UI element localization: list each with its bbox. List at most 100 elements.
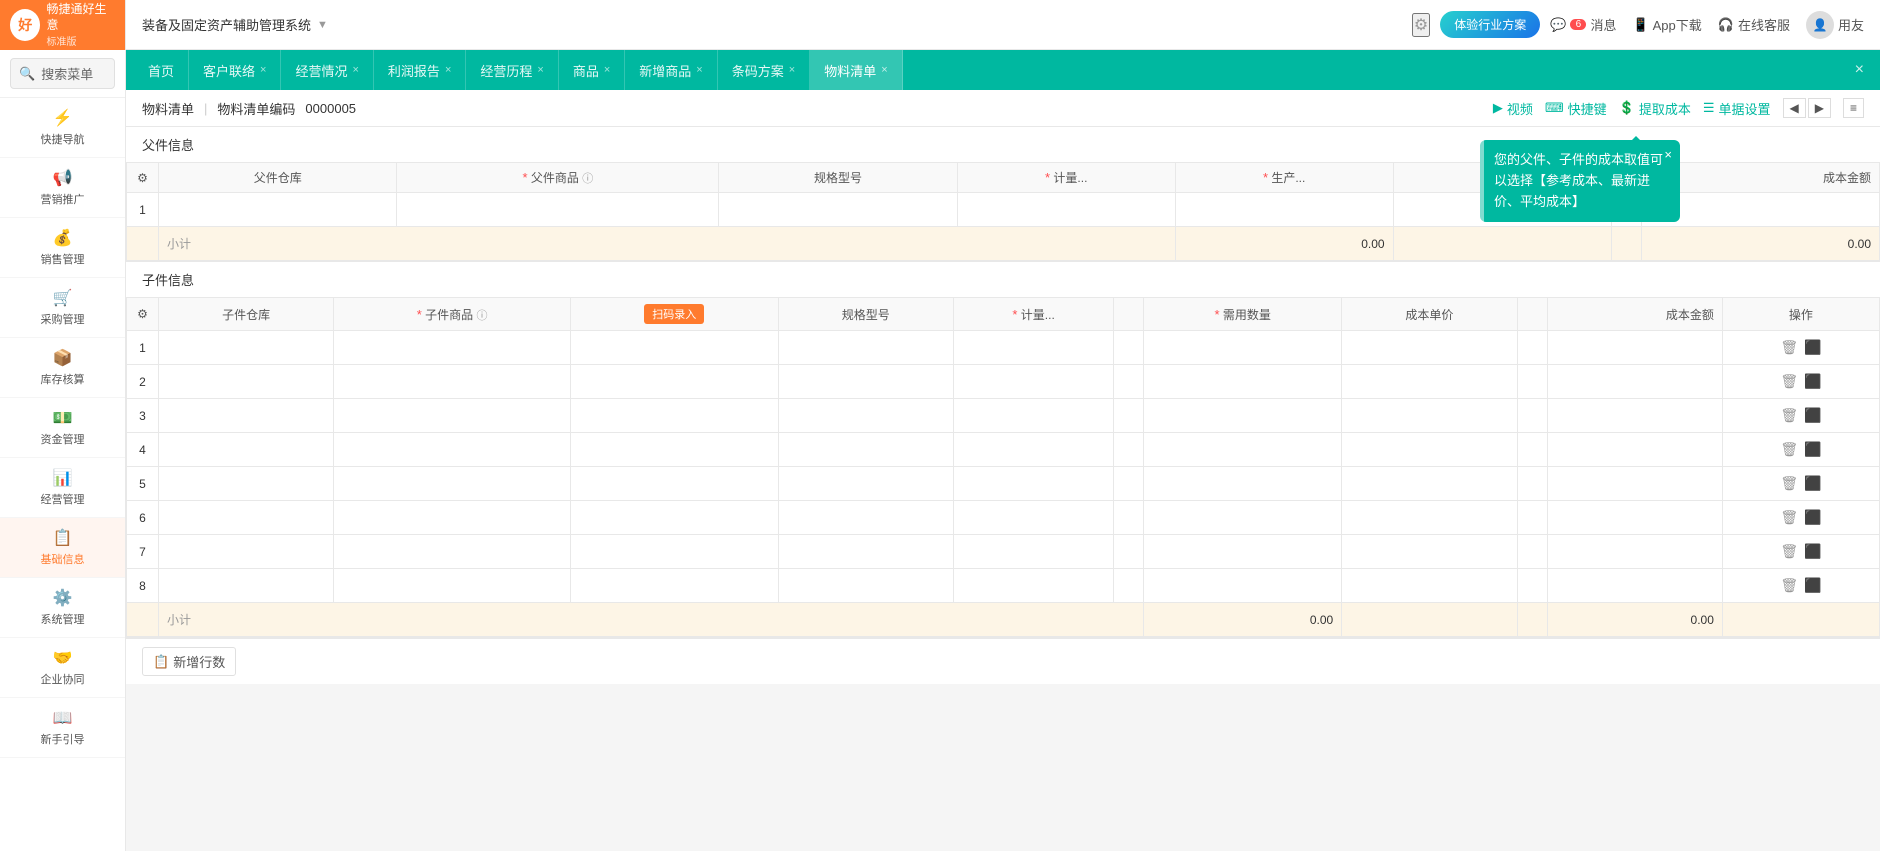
tab-bom[interactable]: 物料清单 ×: [810, 50, 902, 90]
child-measure-2[interactable]: [953, 365, 1113, 399]
child-goods-3[interactable]: [334, 399, 571, 433]
child-qty-4[interactable]: [1144, 433, 1342, 467]
child-col-scan[interactable]: 扫码录入: [570, 298, 778, 331]
child-unit-cost-4[interactable]: [1342, 433, 1517, 467]
child-goods-1[interactable]: [334, 331, 571, 365]
copy-icon-3[interactable]: ⬛: [1804, 407, 1821, 424]
child-spec-7[interactable]: [778, 535, 953, 569]
sidebar-item-sales[interactable]: 💰 销售管理: [0, 218, 125, 278]
tab-history[interactable]: 经营历程 ×: [466, 50, 558, 90]
delete-icon-1[interactable]: 🗑: [1780, 339, 1798, 356]
sidebar-item-inventory[interactable]: 📦 库存核算: [0, 338, 125, 398]
child-spec-1[interactable]: [778, 331, 953, 365]
child-measure-8[interactable]: [953, 569, 1113, 603]
child-spec-8[interactable]: [778, 569, 953, 603]
sidebar-item-quick-nav[interactable]: ⚡ 快捷导航: [0, 98, 125, 158]
delete-icon-5[interactable]: 🗑: [1780, 475, 1798, 492]
tab-customer[interactable]: 客户联络 ×: [189, 50, 281, 90]
sidebar-item-operations[interactable]: 📊 经营管理: [0, 458, 125, 518]
child-qty-3[interactable]: [1144, 399, 1342, 433]
online-service-button[interactable]: 🎧 在线客服: [1718, 15, 1790, 34]
child-measure-7[interactable]: [953, 535, 1113, 569]
child-unit-cost-3[interactable]: [1342, 399, 1517, 433]
child-warehouse-8[interactable]: [159, 569, 334, 603]
delete-icon-6[interactable]: 🗑: [1780, 509, 1798, 526]
add-rows-button[interactable]: 📋 新增行数: [142, 647, 236, 676]
child-measure-6[interactable]: [953, 501, 1113, 535]
child-col-settings[interactable]: ⚙: [127, 298, 159, 331]
tab-history-close[interactable]: ×: [537, 64, 543, 76]
delete-icon-2[interactable]: 🗑: [1780, 373, 1798, 390]
tab-customer-close[interactable]: ×: [260, 64, 266, 76]
parent-goods-1[interactable]: [397, 193, 719, 227]
child-measure-3[interactable]: [953, 399, 1113, 433]
sidebar-item-guide[interactable]: 📖 新手引导: [0, 698, 125, 758]
child-qty-5[interactable]: [1144, 467, 1342, 501]
delete-icon-7[interactable]: 🗑: [1780, 543, 1798, 560]
sidebar-item-finance[interactable]: 💵 资金管理: [0, 398, 125, 458]
nav-next-button[interactable]: ▶: [1808, 98, 1831, 118]
parent-col-settings[interactable]: ⚙: [127, 163, 159, 193]
tab-new-goods[interactable]: 新增商品 ×: [625, 50, 717, 90]
child-spec-6[interactable]: [778, 501, 953, 535]
sidebar-item-purchase[interactable]: 🛒 采购管理: [0, 278, 125, 338]
parent-spec-1[interactable]: [719, 193, 957, 227]
tab-barcode-close[interactable]: ×: [789, 64, 795, 76]
child-qty-1[interactable]: [1144, 331, 1342, 365]
parent-measure-1[interactable]: [957, 193, 1175, 227]
user-menu-button[interactable]: 👤 用友: [1806, 11, 1864, 39]
copy-icon-2[interactable]: ⬛: [1804, 373, 1821, 390]
copy-icon-5[interactable]: ⬛: [1804, 475, 1821, 492]
expand-button[interactable]: ≡: [1843, 98, 1864, 118]
action-single-setting[interactable]: ☰ 单据设置: [1703, 99, 1771, 118]
sidebar-item-system[interactable]: ⚙️ 系统管理: [0, 578, 125, 638]
child-unit-cost-6[interactable]: [1342, 501, 1517, 535]
child-spec-2[interactable]: [778, 365, 953, 399]
settings-gear-button[interactable]: ⚙: [1412, 13, 1430, 37]
scan-input-button[interactable]: 扫码录入: [644, 304, 704, 324]
copy-icon-4[interactable]: ⬛: [1804, 441, 1821, 458]
app-download-button[interactable]: 📱 App下载: [1632, 15, 1701, 34]
child-goods-7[interactable]: [334, 535, 571, 569]
child-goods-2[interactable]: [334, 365, 571, 399]
child-unit-cost-7[interactable]: [1342, 535, 1517, 569]
copy-icon-8[interactable]: ⬛: [1804, 577, 1821, 594]
tab-profit-close[interactable]: ×: [445, 64, 451, 76]
copy-icon-6[interactable]: ⬛: [1804, 509, 1821, 526]
child-warehouse-4[interactable]: [159, 433, 334, 467]
child-warehouse-2[interactable]: [159, 365, 334, 399]
parent-produce-1[interactable]: [1175, 193, 1393, 227]
child-qty-8[interactable]: [1144, 569, 1342, 603]
child-warehouse-5[interactable]: [159, 467, 334, 501]
tab-profit[interactable]: 利润报告 ×: [374, 50, 466, 90]
sidebar-item-cooperation[interactable]: 🤝 企业协同: [0, 638, 125, 698]
child-warehouse-1[interactable]: [159, 331, 334, 365]
search-menu-button[interactable]: 🔍 搜索菜单: [10, 58, 115, 89]
child-measure-1[interactable]: [953, 331, 1113, 365]
child-spec-5[interactable]: [778, 467, 953, 501]
tab-barcode[interactable]: 条码方案 ×: [718, 50, 810, 90]
message-button[interactable]: 💬 6 消息: [1550, 15, 1616, 34]
child-goods-8[interactable]: [334, 569, 571, 603]
tooltip-close-button[interactable]: ×: [1664, 145, 1672, 166]
experience-btn[interactable]: 体验行业方案: [1440, 11, 1540, 38]
child-warehouse-6[interactable]: [159, 501, 334, 535]
delete-icon-8[interactable]: 🗑: [1780, 577, 1798, 594]
child-unit-cost-5[interactable]: [1342, 467, 1517, 501]
action-view[interactable]: ▶ 视频: [1493, 99, 1533, 118]
tab-new-goods-close[interactable]: ×: [696, 64, 702, 76]
child-goods-6[interactable]: [334, 501, 571, 535]
copy-icon-7[interactable]: ⬛: [1804, 543, 1821, 560]
tab-goods-close[interactable]: ×: [604, 64, 610, 76]
tab-goods[interactable]: 商品 ×: [559, 50, 625, 90]
child-unit-cost-8[interactable]: [1342, 569, 1517, 603]
child-unit-cost-2[interactable]: [1342, 365, 1517, 399]
child-unit-cost-1[interactable]: [1342, 331, 1517, 365]
tab-operation[interactable]: 经营情况 ×: [281, 50, 373, 90]
child-qty-7[interactable]: [1144, 535, 1342, 569]
child-goods-5[interactable]: [334, 467, 571, 501]
parent-warehouse-1[interactable]: [159, 193, 397, 227]
sidebar-item-marketing[interactable]: 📢 营销推广: [0, 158, 125, 218]
child-warehouse-3[interactable]: [159, 399, 334, 433]
action-cost[interactable]: 💲 提取成本: [1619, 99, 1691, 118]
